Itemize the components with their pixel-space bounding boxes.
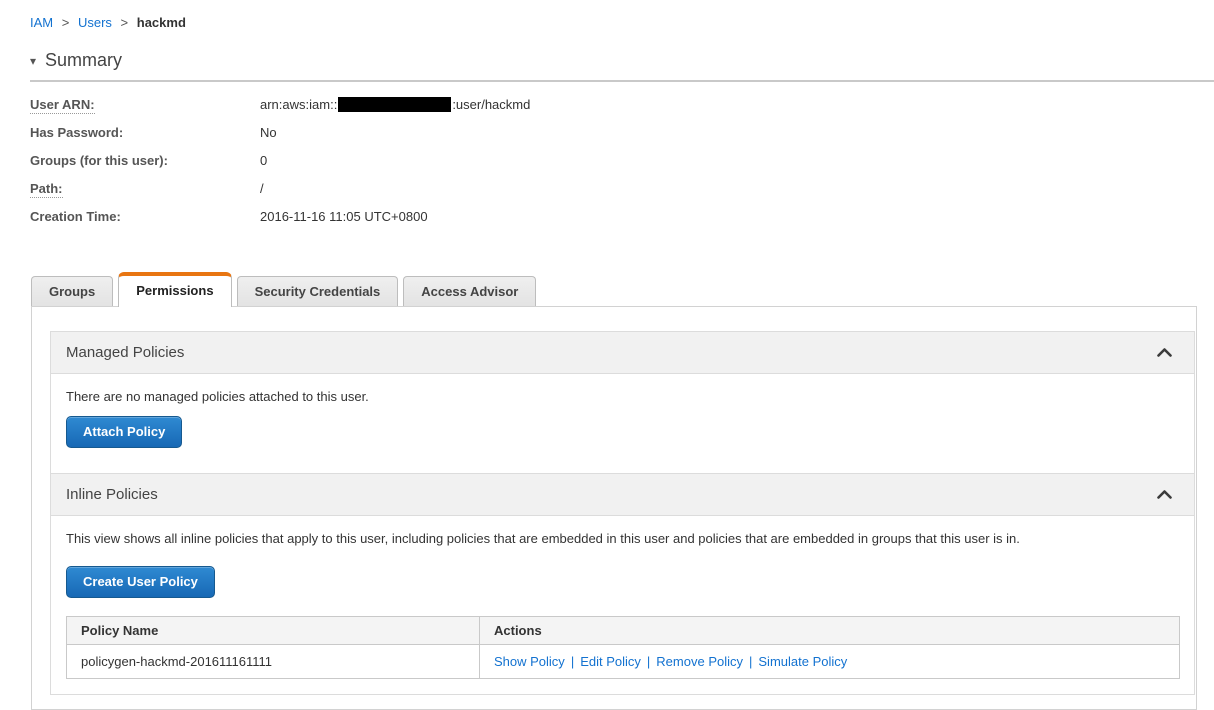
field-label: Has Password: xyxy=(30,125,124,140)
managed-policies-header[interactable]: Managed Policies xyxy=(51,332,1194,374)
tab-bar: Groups Permissions Security Credentials … xyxy=(31,272,1214,307)
tab-security-credentials[interactable]: Security Credentials xyxy=(236,276,399,306)
action-separator: | xyxy=(570,654,575,669)
user-arn-value: arn:aws:iam:::user/hackmd xyxy=(260,97,531,112)
summary-title: Summary xyxy=(45,50,123,70)
field-label: Creation Time: xyxy=(30,209,121,224)
attach-policy-button[interactable]: Attach Policy xyxy=(66,416,183,448)
inline-policies-header[interactable]: Inline Policies xyxy=(51,474,1194,516)
breadcrumb-current-user: hackmd xyxy=(136,15,186,30)
inline-policies-section: Inline Policies This view shows all inli… xyxy=(50,473,1195,695)
actions-cell: Show Policy | Edit Policy | Remove Policy | Si… xyxy=(479,644,1180,679)
breadcrumb-separator: > xyxy=(61,15,70,30)
inline-policies-body: This view shows all inline policies that… xyxy=(51,516,1194,694)
managed-policies-section: Managed Policies There are no managed po… xyxy=(50,331,1195,474)
redacted-account-id xyxy=(338,97,452,112)
creation-time-value: 2016-11-16 11:05 UTC+0800 xyxy=(260,209,428,224)
policy-name-column-header: Policy Name xyxy=(66,616,480,645)
field-creation-time: Creation Time: 2016-11-16 11:05 UTC+0800 xyxy=(30,208,1214,225)
field-user-arn: User ARN: arn:aws:iam:::user/hackmd xyxy=(30,96,1214,114)
chevron-up-icon[interactable] xyxy=(1157,490,1172,499)
table-header-row: Policy Name Actions xyxy=(66,616,1180,645)
simulate-policy-link[interactable]: Simulate Policy xyxy=(758,654,847,669)
summary-fields: User ARN: arn:aws:iam:::user/hackmd Has … xyxy=(30,96,1214,225)
action-separator: | xyxy=(749,654,753,669)
policy-name-cell: policygen-hackmd-201611161111 xyxy=(66,644,480,679)
breadcrumb-link-iam[interactable]: IAM xyxy=(30,15,53,30)
actions-column-header: Actions xyxy=(479,616,1180,645)
create-user-policy-button[interactable]: Create User Policy xyxy=(66,566,215,598)
tab-permissions[interactable]: Permissions xyxy=(118,272,232,307)
field-has-password: Has Password: No xyxy=(30,124,1214,141)
disclosure-triangle-icon: ▾ xyxy=(30,53,37,68)
tab-access-advisor[interactable]: Access Advisor xyxy=(403,276,537,306)
breadcrumb: IAM > Users > hackmd xyxy=(0,0,1214,30)
breadcrumb-separator: > xyxy=(120,15,129,30)
field-groups: Groups (for this user): 0 xyxy=(30,152,1214,169)
has-password-value: No xyxy=(260,125,277,140)
managed-policies-title: Managed Policies xyxy=(66,344,185,361)
field-path: Path: / xyxy=(30,180,1214,198)
table-row: policygen-hackmd-201611161111 Show Polic… xyxy=(66,644,1180,679)
inline-policies-title: Inline Policies xyxy=(66,486,158,503)
path-value: / xyxy=(260,181,264,196)
permissions-tab-panel: Managed Policies There are no managed po… xyxy=(31,306,1197,710)
field-label: Path: xyxy=(30,181,63,198)
managed-policies-body: There are no managed policies attached t… xyxy=(51,374,1194,473)
inline-policies-table: Policy Name Actions policygen-hackmd-201… xyxy=(66,616,1180,679)
field-label: Groups (for this user): xyxy=(30,153,168,168)
breadcrumb-link-users[interactable]: Users xyxy=(78,15,112,30)
managed-policies-empty-text: There are no managed policies attached t… xyxy=(66,389,369,404)
action-separator: | xyxy=(646,654,651,669)
summary-section-header[interactable]: ▾ Summary xyxy=(30,50,1214,82)
tab-groups[interactable]: Groups xyxy=(31,276,114,306)
groups-count-value: 0 xyxy=(260,153,268,168)
field-label: User ARN: xyxy=(30,97,95,114)
inline-policies-description: This view shows all inline policies that… xyxy=(66,531,1020,546)
chevron-up-icon[interactable] xyxy=(1157,348,1172,357)
edit-policy-link[interactable]: Edit Policy xyxy=(580,654,641,669)
remove-policy-link[interactable]: Remove Policy xyxy=(656,654,743,669)
show-policy-link[interactable]: Show Policy xyxy=(494,654,565,669)
